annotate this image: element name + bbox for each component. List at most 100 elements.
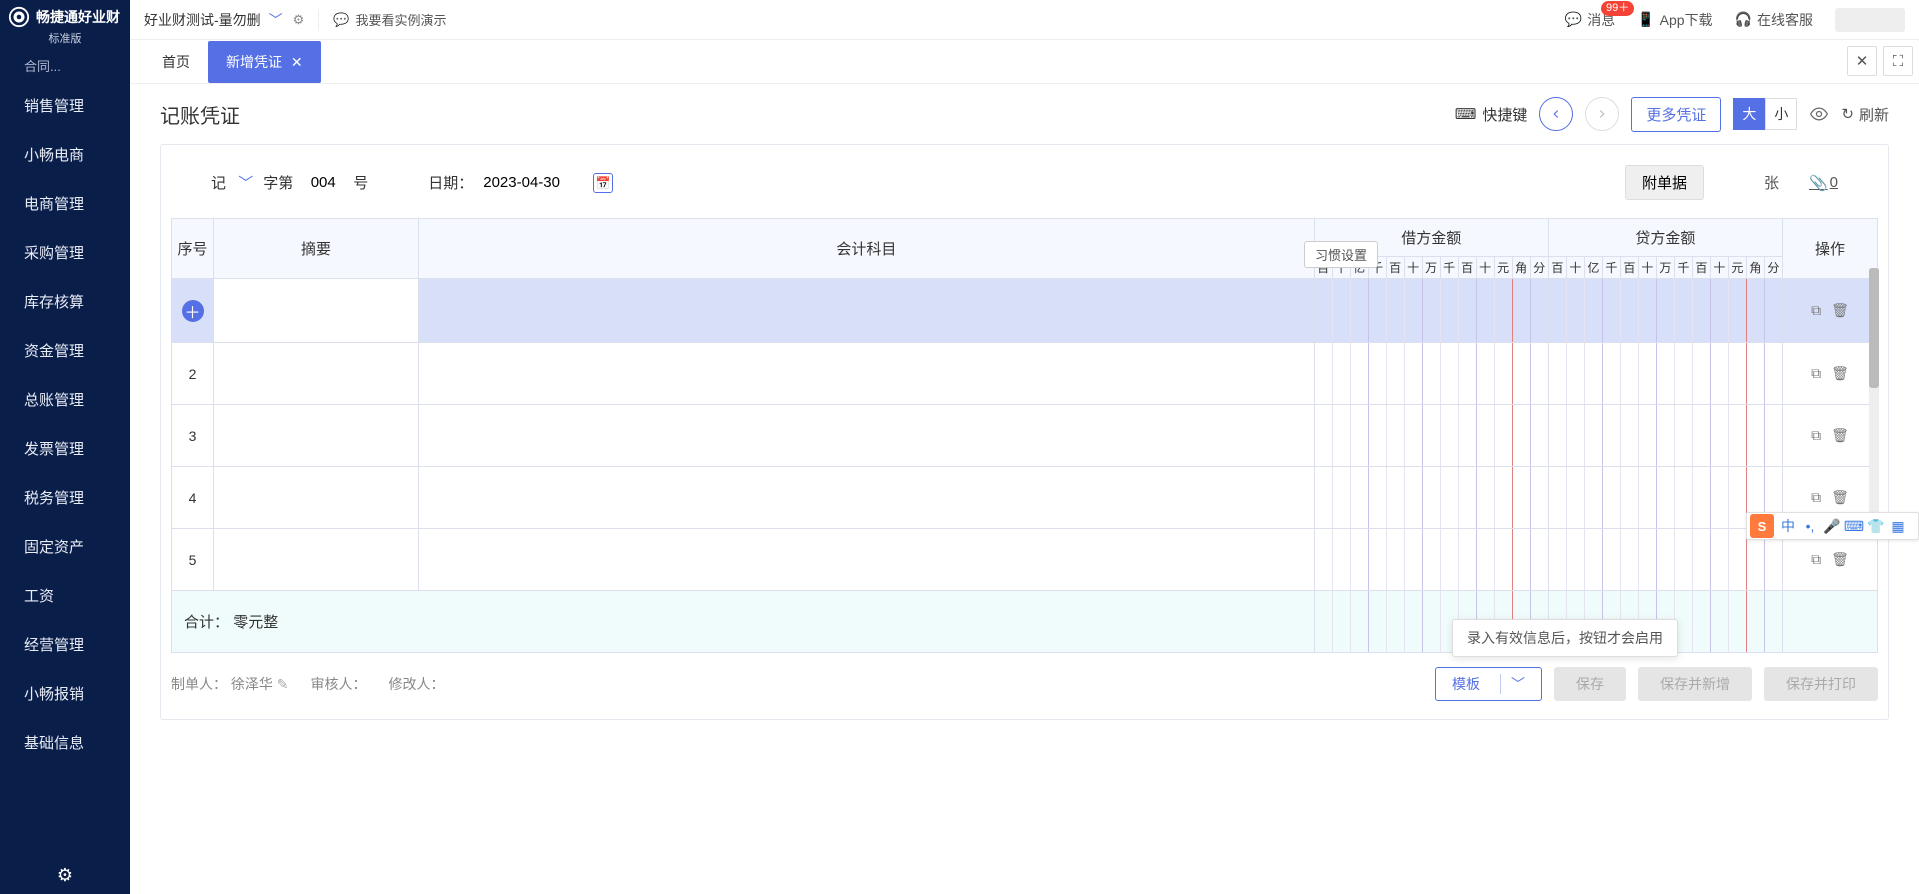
voucher-type[interactable]: 记 ﹀ xyxy=(211,172,253,193)
summary-cell[interactable] xyxy=(214,529,419,591)
delete-row-icon[interactable]: 🗑 xyxy=(1831,302,1849,319)
ime-toolbar[interactable]: S 中 •, 🎤 ⌨ 👕 ▦ xyxy=(1746,512,1919,540)
sidebar-settings-icon[interactable]: ⚙ xyxy=(0,857,130,894)
copy-row-icon[interactable]: ⧉ xyxy=(1811,365,1821,382)
next-voucher-button xyxy=(1585,97,1619,131)
sidebar-item-inventory[interactable]: 库存核算 xyxy=(0,277,130,326)
shortcut-button[interactable]: ⌨ 快捷键 xyxy=(1455,104,1528,125)
sidebar-item-assets[interactable]: 固定资产 xyxy=(0,522,130,571)
refresh-button[interactable]: ↻ 刷新 xyxy=(1841,104,1889,125)
amount-cell[interactable] xyxy=(1314,279,1548,343)
summary-cell[interactable] xyxy=(214,279,419,343)
paperclip-icon: 📎 xyxy=(1809,174,1828,192)
sidebar-item-invoice[interactable]: 发票管理 xyxy=(0,424,130,473)
sidebar-item-ecommerce[interactable]: 电商管理 xyxy=(0,179,130,228)
size-small-button[interactable]: 小 xyxy=(1765,98,1797,130)
demo-link[interactable]: 💬 我要看实例演示 xyxy=(333,10,446,29)
sidebar-item-salary[interactable]: 工资 xyxy=(0,571,130,620)
copy-row-icon[interactable]: ⧉ xyxy=(1811,551,1821,568)
subject-cell[interactable] xyxy=(419,343,1315,405)
subject-cell[interactable] xyxy=(419,467,1315,529)
sidebar-item-funds[interactable]: 资金管理 xyxy=(0,326,130,375)
tab-new-voucher[interactable]: 新增凭证 ✕ xyxy=(208,41,321,83)
calendar-icon[interactable]: 📅 xyxy=(593,173,613,193)
ime-keyboard-icon[interactable]: ⌨ xyxy=(1843,518,1865,535)
sidebar-item-ledger[interactable]: 总账管理 xyxy=(0,375,130,424)
divider xyxy=(318,9,319,31)
sidebar-item-operation[interactable]: 经营管理 xyxy=(0,620,130,669)
phone-icon: 📱 xyxy=(1637,11,1654,28)
op-cell: ⧉🗑 xyxy=(1783,279,1878,343)
amount-cell[interactable] xyxy=(1314,529,1548,591)
template-button[interactable]: 模板 ﹀ xyxy=(1435,667,1542,701)
total-text: 零元整 xyxy=(233,614,278,631)
summary-cell[interactable] xyxy=(214,405,419,467)
amount-cell[interactable] xyxy=(1314,343,1548,405)
sidebar-item-tax[interactable]: 税务管理 xyxy=(0,473,130,522)
sidebar-item-truncated[interactable]: 合同... xyxy=(0,52,130,81)
add-row-button[interactable]: ＋ xyxy=(182,300,204,322)
more-vouchers-button[interactable]: 更多凭证 xyxy=(1631,97,1721,132)
fullscreen-button[interactable]: ⛶ xyxy=(1883,46,1913,76)
preview-button[interactable] xyxy=(1809,104,1829,124)
messages-button[interactable]: 💬 消息 99＋ xyxy=(1565,10,1615,30)
habit-settings-button[interactable]: 习惯设置 xyxy=(1304,241,1378,268)
sidebar-item-basic[interactable]: 基础信息 xyxy=(0,718,130,767)
amount-cell[interactable] xyxy=(1548,343,1782,405)
ime-punct-icon[interactable]: •, xyxy=(1799,518,1821,534)
tab-home[interactable]: 首页 xyxy=(144,41,208,83)
amount-cell[interactable] xyxy=(1314,405,1548,467)
topbar: 好业财测试-量勿删 ﹀ ⚙ 💬 我要看实例演示 💬 消息 99＋ 📱 App下载 xyxy=(130,0,1919,40)
tab-close-button[interactable]: ✕ xyxy=(1847,46,1877,76)
copy-row-icon[interactable]: ⧉ xyxy=(1811,489,1821,506)
size-large-button[interactable]: 大 xyxy=(1733,98,1765,130)
zhang-label: 张 xyxy=(1764,172,1779,193)
total-cell: 合计： 零元整 xyxy=(172,591,1315,653)
amount-cell[interactable] xyxy=(1314,467,1548,529)
shortcut-label: 快捷键 xyxy=(1482,104,1527,125)
attach-document-button[interactable]: 附单据 xyxy=(1625,165,1704,200)
table-row: ＋⧉🗑 xyxy=(172,279,1878,343)
voucher-number-input[interactable] xyxy=(303,174,343,191)
ime-skin-icon[interactable]: 👕 xyxy=(1865,518,1887,535)
avatar[interactable] xyxy=(1835,8,1905,32)
scroll-thumb[interactable] xyxy=(1869,268,1879,388)
close-icon[interactable]: ✕ xyxy=(291,54,303,70)
sidebar-item-purchase[interactable]: 采购管理 xyxy=(0,228,130,277)
ime-mode[interactable]: 中 xyxy=(1777,516,1799,536)
sidebar-item-reimburse[interactable]: 小畅报销 xyxy=(0,669,130,718)
delete-row-icon[interactable]: 🗑 xyxy=(1831,489,1849,506)
subject-cell[interactable] xyxy=(419,529,1315,591)
op-cell: ⧉🗑 xyxy=(1783,405,1878,467)
settings-icon[interactable]: ⚙ xyxy=(293,12,305,28)
sidebar-item-sales[interactable]: 销售管理 xyxy=(0,81,130,130)
chevron-down-icon[interactable]: ﹀ xyxy=(1500,674,1525,694)
subject-cell[interactable] xyxy=(419,279,1315,343)
service-button[interactable]: 🎧 在线客服 xyxy=(1735,10,1813,30)
org-selector[interactable]: 好业财测试-量勿删 ﹀ xyxy=(144,10,283,30)
delete-row-icon[interactable]: 🗑 xyxy=(1831,427,1849,444)
ime-menu-icon[interactable]: ▦ xyxy=(1887,518,1909,535)
attachment-count[interactable]: 📎 0 xyxy=(1809,174,1838,192)
sidebar-item-xiaochang-ec[interactable]: 小畅电商 xyxy=(0,130,130,179)
summary-input[interactable] xyxy=(216,281,416,337)
eye-icon xyxy=(1809,104,1829,124)
table-scrollbar[interactable] xyxy=(1869,268,1879,528)
app-download-button[interactable]: 📱 App下载 xyxy=(1637,10,1712,30)
copy-row-icon[interactable]: ⧉ xyxy=(1811,302,1821,319)
copy-row-icon[interactable]: ⧉ xyxy=(1811,427,1821,444)
delete-row-icon[interactable]: 🗑 xyxy=(1831,551,1849,568)
delete-row-icon[interactable]: 🗑 xyxy=(1831,365,1849,382)
voucher-date-input[interactable] xyxy=(483,174,583,191)
maker-name: 徐泽华 xyxy=(231,676,273,692)
ime-mic-icon[interactable]: 🎤 xyxy=(1821,518,1843,535)
amount-cell[interactable] xyxy=(1548,279,1782,343)
summary-cell[interactable] xyxy=(214,467,419,529)
headset-icon: 🎧 xyxy=(1735,11,1752,28)
summary-cell[interactable] xyxy=(214,343,419,405)
amount-cell[interactable] xyxy=(1548,405,1782,467)
subject-cell[interactable] xyxy=(419,405,1315,467)
total-label: 合计： xyxy=(184,614,229,631)
prev-voucher-button[interactable] xyxy=(1539,97,1573,131)
edit-icon[interactable]: ✎ xyxy=(277,676,289,692)
